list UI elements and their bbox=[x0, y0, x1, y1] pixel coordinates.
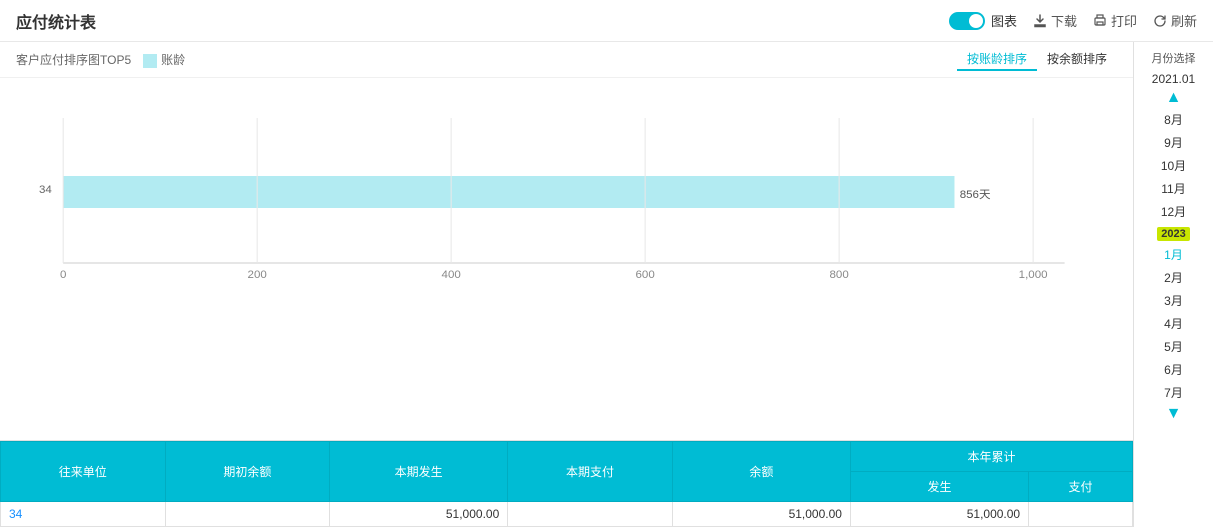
scroll-up-button[interactable]: ▲ bbox=[1162, 88, 1186, 108]
cell-source: 34 bbox=[1, 502, 166, 527]
month-sidebar: 月份选择 2021.01 ▲ 8月 9月 10月 11月 12月 2023 1月… bbox=[1133, 42, 1213, 527]
sort-buttons[interactable]: 按账龄排序 按余额排序 bbox=[957, 48, 1117, 71]
print-icon bbox=[1093, 14, 1107, 28]
month-11[interactable]: 11月 bbox=[1134, 177, 1213, 200]
month-1[interactable]: 1月 bbox=[1134, 243, 1213, 266]
col-current-pay: 本期支付 bbox=[508, 442, 673, 502]
svg-text:0: 0 bbox=[60, 269, 66, 281]
svg-text:34: 34 bbox=[39, 184, 52, 196]
month-10[interactable]: 10月 bbox=[1134, 154, 1213, 177]
print-label: 打印 bbox=[1111, 11, 1137, 30]
cell-balance: 51,000.00 bbox=[672, 502, 850, 527]
svg-text:1,000: 1,000 bbox=[1019, 269, 1048, 281]
month-7[interactable]: 7月 bbox=[1134, 381, 1213, 404]
current-period: 2021.01 bbox=[1134, 70, 1213, 88]
legend-title: 客户应付排序图TOP5 bbox=[16, 51, 131, 68]
print-button[interactable]: 打印 bbox=[1093, 11, 1137, 30]
download-label: 下载 bbox=[1051, 11, 1077, 30]
download-button[interactable]: 下载 bbox=[1033, 11, 1077, 30]
cell-current-occur: 51,000.00 bbox=[330, 502, 508, 527]
cell-opening bbox=[165, 502, 330, 527]
scroll-down-button[interactable]: ▼ bbox=[1162, 404, 1186, 424]
col-ytd: 本年累计 bbox=[850, 442, 1132, 472]
source-link[interactable]: 34 bbox=[9, 507, 22, 521]
col-ytd-pay: 支付 bbox=[1029, 472, 1133, 502]
refresh-icon bbox=[1153, 14, 1167, 28]
year-label: 2023 bbox=[1157, 227, 1189, 241]
cell-current-pay bbox=[508, 502, 673, 527]
sidebar-title: 月份选择 bbox=[1152, 46, 1196, 70]
refresh-label: 刷新 bbox=[1171, 11, 1197, 30]
refresh-button[interactable]: 刷新 bbox=[1153, 11, 1197, 30]
col-balance: 余额 bbox=[672, 442, 850, 502]
chart-toggle[interactable]: 图表 bbox=[949, 11, 1017, 30]
page-title: 应付统计表 bbox=[16, 9, 949, 33]
col-current-occur: 本期发生 bbox=[330, 442, 508, 502]
svg-text:800: 800 bbox=[830, 269, 849, 281]
table-row: 34 51,000.00 51,000.00 51,000.00 bbox=[1, 502, 1133, 527]
month-4[interactable]: 4月 bbox=[1134, 312, 1213, 335]
sort-by-amount-button[interactable]: 按余额排序 bbox=[1037, 48, 1117, 71]
month-12[interactable]: 12月 bbox=[1134, 200, 1213, 223]
chart-area: 34 856天 0 200 400 600 800 bbox=[0, 78, 1133, 440]
month-6[interactable]: 6月 bbox=[1134, 358, 1213, 381]
month-3[interactable]: 3月 bbox=[1134, 289, 1213, 312]
sort-by-balance-button[interactable]: 按账龄排序 bbox=[957, 48, 1037, 71]
bar-chart: 34 856天 0 200 400 600 800 bbox=[16, 88, 1117, 318]
legend-box-icon: 账龄 bbox=[143, 51, 185, 68]
year-2023-badge: 2023 bbox=[1134, 223, 1213, 243]
cell-ytd-pay bbox=[1029, 502, 1133, 527]
cell-ytd-occur: 51,000.00 bbox=[850, 502, 1028, 527]
svg-text:200: 200 bbox=[248, 269, 267, 281]
data-table: 往来单位 期初余额 本期发生 本期支付 余额 本年累计 发生 支付 bbox=[0, 441, 1133, 527]
col-opening: 期初余额 bbox=[165, 442, 330, 502]
toggle-switch-icon[interactable] bbox=[949, 12, 985, 30]
chart-legend: 客户应付排序图TOP5 账龄 bbox=[16, 51, 185, 68]
svg-text:400: 400 bbox=[442, 269, 461, 281]
month-9[interactable]: 9月 bbox=[1134, 131, 1213, 154]
svg-text:856天: 856天 bbox=[960, 189, 991, 201]
col-ytd-occur: 发生 bbox=[850, 472, 1028, 502]
month-5[interactable]: 5月 bbox=[1134, 335, 1213, 358]
legend-box-label: 账龄 bbox=[161, 53, 185, 67]
month-8[interactable]: 8月 bbox=[1134, 108, 1213, 131]
toggle-label: 图表 bbox=[991, 11, 1017, 30]
download-icon bbox=[1033, 14, 1047, 28]
col-source: 往来单位 bbox=[1, 442, 166, 502]
svg-text:600: 600 bbox=[636, 269, 655, 281]
month-2[interactable]: 2月 bbox=[1134, 266, 1213, 289]
data-table-section: 往来单位 期初余额 本期发生 本期支付 余额 本年累计 发生 支付 bbox=[0, 440, 1133, 527]
